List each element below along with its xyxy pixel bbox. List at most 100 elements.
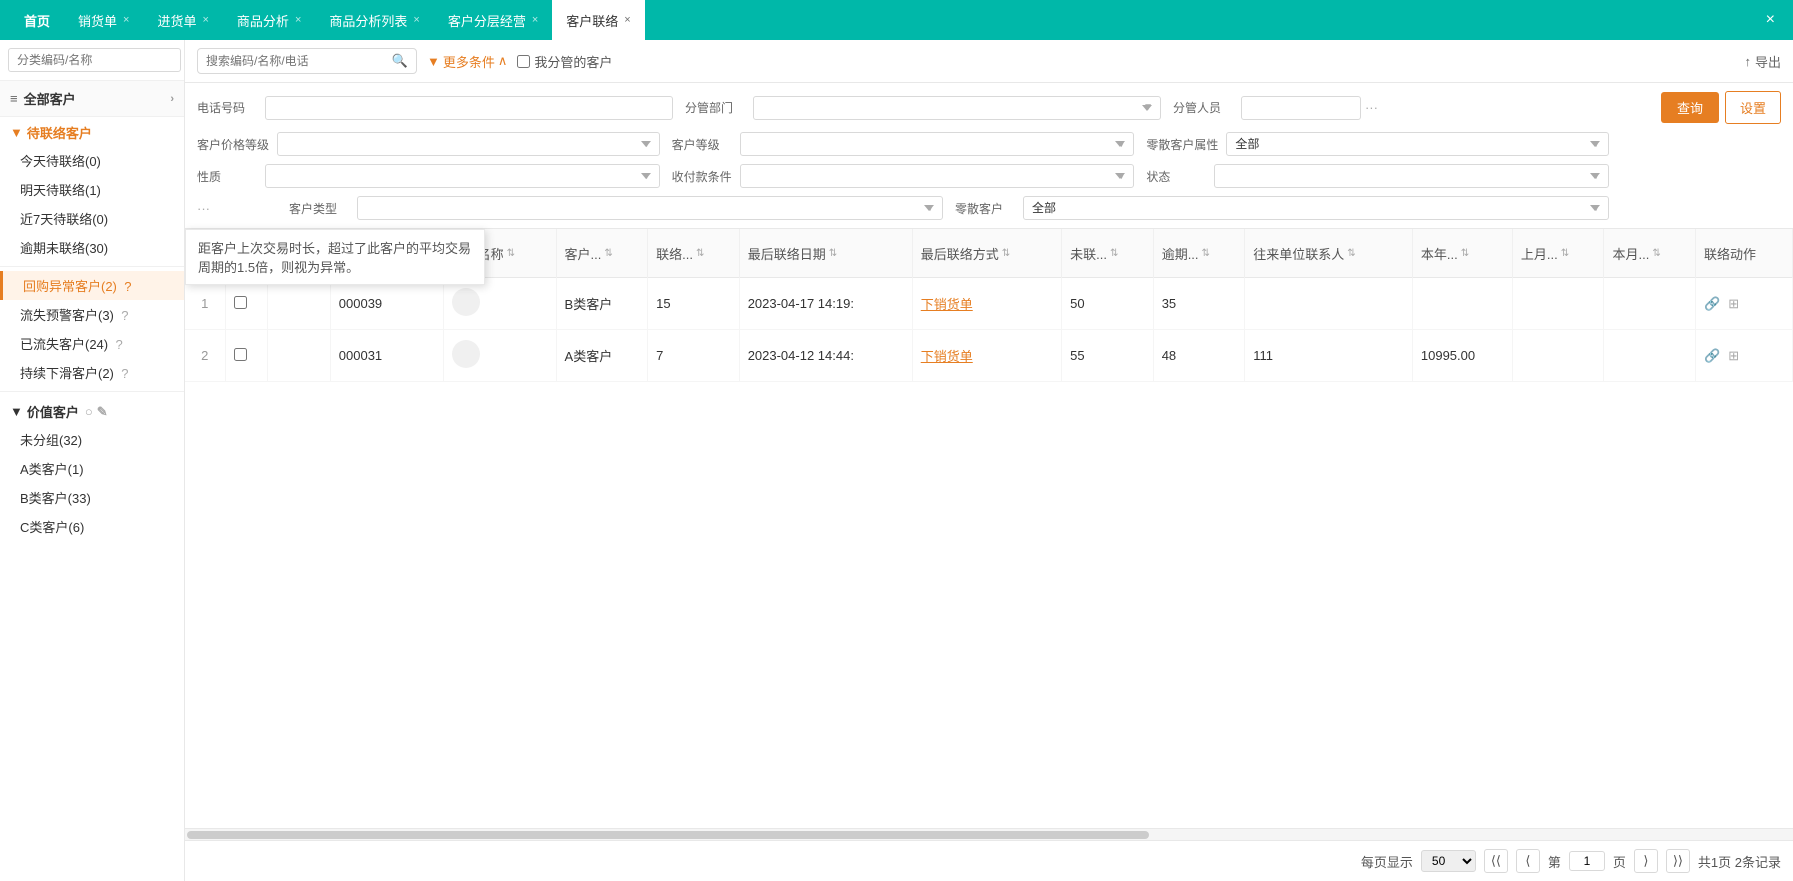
declining-label: 持续下滑客户(2) xyxy=(20,366,114,381)
retail-customer-label: 零散客户 xyxy=(955,200,1015,217)
sidebar-item-lost[interactable]: 已流失客户(24) ? xyxy=(0,329,184,358)
col-pending-sort-icon[interactable]: ⇅ xyxy=(1110,248,1118,259)
filter-customer-tier-field: 客户等级 ▼ xyxy=(672,132,1135,156)
loss-warning-help-icon[interactable]: ? xyxy=(121,308,128,323)
more-dots-btn[interactable]: ··· xyxy=(197,201,210,216)
last-page-btn[interactable]: ⟩⟩ xyxy=(1666,849,1690,873)
row2-select[interactable] xyxy=(234,348,247,361)
customer-tier-select-wrap: ▼ xyxy=(740,132,1135,156)
col-date-label: 最后联络日期 xyxy=(748,244,826,263)
nav-product-analysis-close[interactable]: × xyxy=(295,14,301,26)
row1-link-icon[interactable]: 🔗 xyxy=(1704,296,1720,312)
row1-grid-icon[interactable]: ⊞ xyxy=(1728,296,1739,312)
window-close-button[interactable]: × xyxy=(1758,11,1783,29)
sidebar-item-tomorrow[interactable]: 明天待联络(1) xyxy=(0,175,184,204)
col-overdue-sort-icon[interactable]: ⇅ xyxy=(1202,248,1210,259)
lost-help-icon[interactable]: ? xyxy=(115,337,122,352)
sidebar-item-overdue[interactable]: 逾期未联络(30) xyxy=(0,233,184,262)
col-contacts-sort-icon[interactable]: ⇅ xyxy=(1347,248,1355,259)
value-customer-group[interactable]: ▼ 价值客户 ○ ✎ xyxy=(0,396,184,425)
nav-sales-close[interactable]: × xyxy=(123,14,129,26)
sidebar-item-week[interactable]: 近7天待联络(0) xyxy=(0,204,184,233)
filter-customer-type-field: 客户类型 ▼ xyxy=(289,196,943,220)
horizontal-scrollbar[interactable] xyxy=(185,828,1793,840)
value-customer-edit-icon[interactable]: ✎ xyxy=(97,404,108,420)
nav-purchase-order[interactable]: 进货单 × xyxy=(143,0,222,40)
nav-customer-contact[interactable]: 客户联络 × xyxy=(552,0,644,40)
nav-customer-tier-close[interactable]: × xyxy=(532,14,538,26)
nav-home[interactable]: 首页 xyxy=(10,0,64,40)
nav-product-list-label: 商品分析列表 xyxy=(329,11,407,30)
nav-sales-order[interactable]: 销货单 × xyxy=(64,0,143,40)
payment-select[interactable] xyxy=(740,164,1135,188)
repurchase-help-icon[interactable]: ? xyxy=(124,279,131,294)
main-search-icon[interactable]: 🔍 xyxy=(392,53,408,69)
row2-overdue: 48 xyxy=(1153,330,1245,382)
row2-method-link[interactable]: 下销货单 xyxy=(921,349,973,364)
phone-input[interactable] xyxy=(265,96,673,120)
sidebar-item-loss-warning[interactable]: 流失预警客户(3) ? xyxy=(0,300,184,329)
sidebar-item-repurchase-abnormal[interactable]: 回购异常客户(2) ? xyxy=(0,271,184,300)
declining-help-icon[interactable]: ? xyxy=(121,366,128,381)
col-method-sort-icon[interactable]: ⇅ xyxy=(1002,248,1010,259)
col-lastmonth-sort-icon[interactable]: ⇅ xyxy=(1561,248,1569,259)
col-year-sort-icon[interactable]: ⇅ xyxy=(1461,248,1469,259)
row2-index: 2 xyxy=(185,330,225,382)
first-page-btn[interactable]: ⟨⟨ xyxy=(1484,849,1508,873)
my-customer-checkbox[interactable] xyxy=(517,55,530,68)
sidebar-search-input[interactable] xyxy=(8,48,181,72)
col-type-sort-icon[interactable]: ⇅ xyxy=(604,248,612,259)
filter-right: ↑ 导出 xyxy=(1744,52,1781,71)
nav-purchase-close[interactable]: × xyxy=(202,14,208,26)
all-customers-header[interactable]: ≡ 全部客户 › xyxy=(0,81,184,117)
retail-attr-select[interactable]: 全部 xyxy=(1226,132,1609,156)
sidebar-item-declining[interactable]: 持续下滑客户(2) ? xyxy=(0,358,184,387)
nav-product-list-close[interactable]: × xyxy=(413,14,419,26)
settings-btn[interactable]: 设置 xyxy=(1725,91,1781,124)
col-date-sort-icon[interactable]: ⇅ xyxy=(829,248,837,259)
filter-more-field: ··· xyxy=(197,201,277,216)
customer-type-label: 客户类型 xyxy=(289,200,349,217)
row2-link-icon[interactable]: 🔗 xyxy=(1704,348,1720,364)
sidebar-expand-btn[interactable]: › xyxy=(170,93,174,105)
main-search-input[interactable] xyxy=(206,54,388,68)
price-tier-select[interactable] xyxy=(277,132,660,156)
sidebar-item-today[interactable]: 今天待联络(0) xyxy=(0,146,184,175)
dept-select[interactable] xyxy=(753,96,1161,120)
manager-more-icon[interactable]: ··· xyxy=(1365,100,1378,115)
status-select[interactable] xyxy=(1214,164,1609,188)
nav-customer-contact-close[interactable]: × xyxy=(624,14,630,26)
col-thismonth-sort-icon[interactable]: ⇅ xyxy=(1652,248,1660,259)
sidebar-item-class-c[interactable]: C类客户(6) xyxy=(0,512,184,541)
retail-customer-select[interactable]: 全部 xyxy=(1023,196,1609,220)
row1-method-link[interactable]: 下销货单 xyxy=(921,297,973,312)
nav-product-analysis-list[interactable]: 商品分析列表 × xyxy=(315,0,433,40)
scrollbar-thumb[interactable] xyxy=(187,831,1149,839)
more-conditions-btn[interactable]: ▼ 更多条件 ∧ xyxy=(427,52,507,71)
export-btn[interactable]: ↑ 导出 xyxy=(1744,52,1781,71)
customer-tier-select[interactable] xyxy=(740,132,1135,156)
row2-grid-icon[interactable]: ⊞ xyxy=(1728,348,1739,364)
all-customers-collapse-icon[interactable]: ≡ xyxy=(10,91,18,106)
th-pending: 未联... ⇅ xyxy=(1062,229,1154,278)
row1-select[interactable] xyxy=(234,296,247,309)
prev-page-btn[interactable]: ⟨ xyxy=(1516,849,1540,873)
sidebar-item-class-a[interactable]: A类客户(1) xyxy=(0,454,184,483)
data-table-container[interactable]: ⚙ 客户编码 ⇅ 客户名称 ⇅ xyxy=(185,229,1793,828)
col-name-sort-icon[interactable]: ⇅ xyxy=(507,248,515,259)
sidebar-item-class-b[interactable]: B类客户(33) xyxy=(0,483,184,512)
col-contact-sort-icon[interactable]: ⇅ xyxy=(696,248,704,259)
value-customer-circle-icon[interactable]: ○ xyxy=(85,404,93,419)
manager-input[interactable] xyxy=(1241,96,1361,120)
next-page-btn[interactable]: ⟩ xyxy=(1634,849,1658,873)
customer-type-select[interactable] xyxy=(357,196,943,220)
pending-contact-group[interactable]: ▼ 待联络客户 xyxy=(0,117,184,146)
row2-year: 10995.00 xyxy=(1412,330,1512,382)
per-page-select[interactable]: 50 10 20 100 xyxy=(1421,850,1476,872)
query-btn[interactable]: 查询 xyxy=(1661,92,1719,123)
page-input[interactable] xyxy=(1569,851,1605,871)
sidebar-item-unclassified[interactable]: 未分组(32) xyxy=(0,425,184,454)
nature-select[interactable] xyxy=(265,164,660,188)
nav-product-analysis[interactable]: 商品分析 × xyxy=(223,0,315,40)
nav-customer-tier[interactable]: 客户分层经营 × xyxy=(434,0,552,40)
